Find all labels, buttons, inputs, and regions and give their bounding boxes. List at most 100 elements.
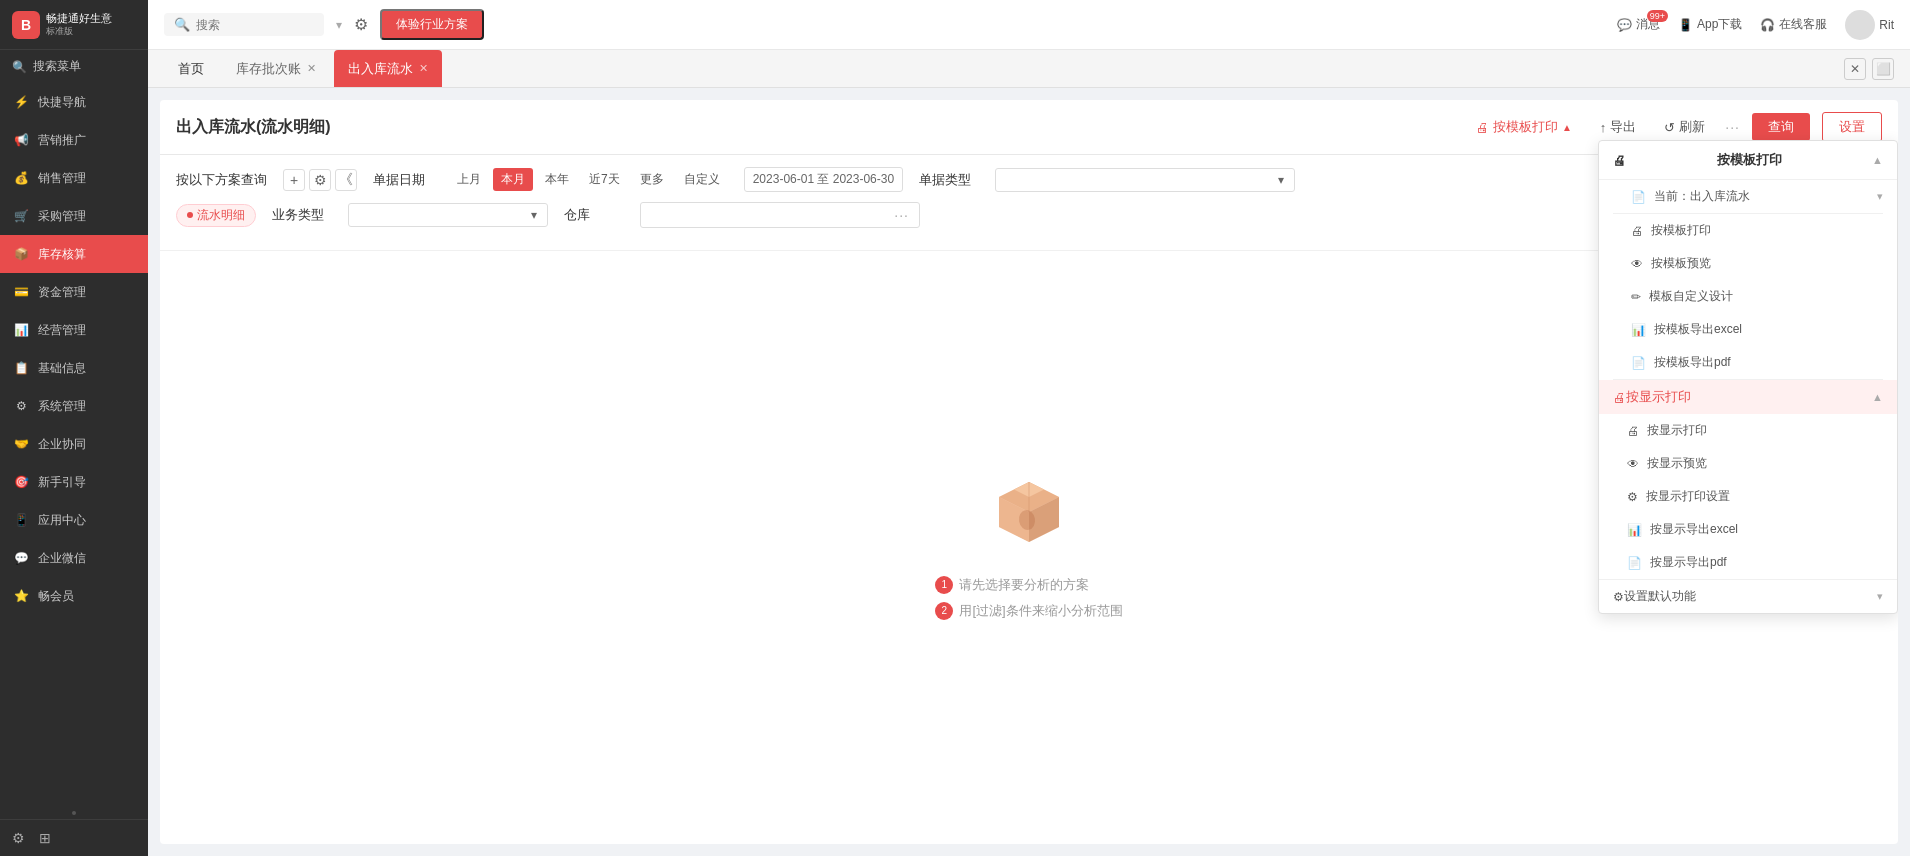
message-button[interactable]: 💬 消息 99+: [1617, 16, 1660, 33]
query-button[interactable]: 查询: [1752, 113, 1810, 141]
dropdown-custom-design[interactable]: ✏ 模板自定义设计: [1599, 280, 1897, 313]
dropdown-print-display-label: 按显示打印: [1647, 422, 1707, 439]
sidebar-item-enterprise[interactable]: 🤝 企业协同: [0, 425, 148, 463]
sidebar-item-marketing[interactable]: 📢 营销推广: [0, 121, 148, 159]
dropdown-printer-icon: 🖨: [1613, 153, 1626, 168]
excel-display-icon: 📊: [1627, 523, 1642, 537]
trial-button[interactable]: 体验行业方案: [380, 9, 484, 40]
export-label: 导出: [1610, 118, 1636, 136]
sidebar-item-system[interactable]: ⚙ 系统管理: [0, 387, 148, 425]
date-tab-custom[interactable]: 自定义: [676, 168, 728, 191]
filter-add-button[interactable]: +: [283, 169, 305, 191]
dropdown-print-display[interactable]: 🖨 按显示打印: [1599, 414, 1897, 447]
inventory-icon: 📦: [12, 245, 30, 263]
print-template-label: 按模板打印: [1493, 118, 1558, 136]
tab-inventory-batch-label: 库存批次账: [236, 60, 301, 78]
dropdown-custom-design-label: 模板自定义设计: [1649, 288, 1733, 305]
headset-icon: 🎧: [1760, 18, 1775, 32]
date-tab-7days[interactable]: 近7天: [581, 168, 628, 191]
flow-detail-tag-label: 流水明细: [197, 207, 245, 224]
preview-display-icon: 👁: [1627, 457, 1639, 471]
printer-icon: 🖨: [1476, 120, 1489, 135]
dropdown-export-excel-template[interactable]: 📊 按模板导出excel: [1599, 313, 1897, 346]
sidebar-scroll-indicator: [0, 807, 148, 819]
settings-button[interactable]: 设置: [1822, 112, 1882, 142]
empty-hint-1: 1 请先选择要分析的方案: [935, 572, 1122, 598]
sidebar-item-wechat[interactable]: 💬 企业微信: [0, 539, 148, 577]
sidebar-toggle-icon[interactable]: ⊞: [39, 830, 51, 846]
dropdown-print-settings-display[interactable]: ⚙ 按显示打印设置: [1599, 480, 1897, 513]
hint-text-2: 用[过滤]条件来缩小分析范围: [959, 598, 1122, 624]
sidebar-item-inventory[interactable]: 📦 库存核算: [0, 235, 148, 273]
tabs-window-controls: ✕ ⬜: [1844, 58, 1894, 80]
sidebar-item-basic[interactable]: 📋 基础信息: [0, 349, 148, 387]
topbar-chevron-icon[interactable]: ▾: [336, 18, 342, 32]
window-restore-button[interactable]: ⬜: [1872, 58, 1894, 80]
tab-inventory-batch-close[interactable]: ✕: [307, 62, 316, 75]
enterprise-icon: 🤝: [12, 435, 30, 453]
sidebar-settings-icon[interactable]: ⚙: [12, 830, 25, 846]
sidebar-item-label: 系统管理: [38, 398, 86, 415]
sidebar-item-purchase[interactable]: 🛒 采购管理: [0, 197, 148, 235]
dropdown-display-section[interactable]: 🖨 按显示打印 ▲: [1599, 380, 1897, 414]
footer-chevron: ▾: [1877, 590, 1883, 603]
user-avatar-area[interactable]: Rit: [1845, 10, 1894, 40]
tab-home[interactable]: 首页: [164, 50, 218, 87]
dropdown-footer[interactable]: ⚙ 设置默认功能 ▾: [1599, 579, 1897, 613]
page-actions: 🖨 按模板打印 ▲ ↑ 导出 ↺ 刷新 ··· 查询 设置: [1468, 112, 1882, 142]
sales-icon: 💰: [12, 169, 30, 187]
sidebar-item-vip[interactable]: ⭐ 畅会员: [0, 577, 148, 615]
dropdown-chevron-up-icon[interactable]: ▲: [1872, 154, 1883, 166]
date-tab-thisyear[interactable]: 本年: [537, 168, 577, 191]
dropdown-preview-display[interactable]: 👁 按显示预览: [1599, 447, 1897, 480]
tab-inventory-batch[interactable]: 库存批次账 ✕: [222, 50, 330, 87]
date-tabs: 上月 本月 本年 近7天 更多 自定义: [449, 168, 728, 191]
phone-icon: 📱: [1678, 18, 1693, 32]
sidebar-item-operations[interactable]: 📊 经营管理: [0, 311, 148, 349]
filter-collapse-button[interactable]: 《: [335, 169, 357, 191]
topbar-search-box[interactable]: 🔍: [164, 13, 324, 36]
sidebar-item-label: 畅会员: [38, 588, 74, 605]
sidebar-item-capital[interactable]: 💳 资金管理: [0, 273, 148, 311]
filter-settings-button[interactable]: ⚙: [309, 169, 331, 191]
sidebar-search[interactable]: 🔍 搜索菜单: [0, 50, 148, 83]
export-button[interactable]: ↑ 导出: [1592, 114, 1645, 140]
refresh-button[interactable]: ↺ 刷新: [1656, 114, 1713, 140]
sidebar-item-guide[interactable]: 🎯 新手引导: [0, 463, 148, 501]
topbar-search-input[interactable]: [196, 18, 296, 32]
filter-scheme-label: 按以下方案查询: [176, 171, 267, 189]
print-template-button[interactable]: 🖨 按模板打印 ▲: [1468, 114, 1580, 140]
more-actions-icon[interactable]: ···: [1725, 119, 1740, 135]
user-name: Rit: [1879, 18, 1894, 32]
window-close-button[interactable]: ✕: [1844, 58, 1866, 80]
topbar-settings-icon[interactable]: ⚙: [354, 15, 368, 34]
sidebar-item-quick-nav[interactable]: ⚡ 快捷导航: [0, 83, 148, 121]
tab-home-label: 首页: [178, 60, 204, 78]
dropdown-export-pdf-display-label: 按显示导出pdf: [1650, 554, 1727, 571]
sidebar-item-label: 资金管理: [38, 284, 86, 301]
customer-service-button[interactable]: 🎧 在线客服: [1760, 16, 1827, 33]
filter-biztype-select[interactable]: ▾: [348, 203, 548, 227]
dropdown-current-item[interactable]: 📄 当前：出入库流水 ▾: [1599, 180, 1897, 213]
filter-doctype-select[interactable]: ▾: [995, 168, 1295, 192]
app-logo-text: 畅捷通好生意: [46, 11, 112, 25]
tab-inout-flow-close[interactable]: ✕: [419, 62, 428, 75]
guide-icon: 🎯: [12, 473, 30, 491]
date-tab-thismonth[interactable]: 本月: [493, 168, 533, 191]
sidebar-item-sales[interactable]: 💰 销售管理: [0, 159, 148, 197]
dropdown-export-excel-display[interactable]: 📊 按显示导出excel: [1599, 513, 1897, 546]
filter-warehouse-select[interactable]: ···: [640, 202, 920, 228]
dropdown-export-pdf-template[interactable]: 📄 按模板导出pdf: [1599, 346, 1897, 379]
filter-biztype-label: 业务类型: [272, 206, 332, 224]
pdf-display-icon: 📄: [1627, 556, 1642, 570]
dropdown-export-pdf-display[interactable]: 📄 按显示导出pdf: [1599, 546, 1897, 579]
app-download-button[interactable]: 📱 App下载: [1678, 16, 1742, 33]
date-tab-lastmonth[interactable]: 上月: [449, 168, 489, 191]
date-tab-more[interactable]: 更多: [632, 168, 672, 191]
dropdown-preview-template-label: 按模板预览: [1651, 255, 1711, 272]
dropdown-preview-template[interactable]: 👁 按模板预览: [1599, 247, 1897, 280]
main-area: 🔍 ▾ ⚙ 体验行业方案 💬 消息 99+ 📱 App下载 🎧 在线客服 Rit: [148, 0, 1910, 856]
dropdown-print-template[interactable]: 🖨 按模板打印: [1599, 214, 1897, 247]
sidebar-item-appcenter[interactable]: 📱 应用中心: [0, 501, 148, 539]
tab-inout-flow[interactable]: 出入库流水 ✕: [334, 50, 442, 87]
